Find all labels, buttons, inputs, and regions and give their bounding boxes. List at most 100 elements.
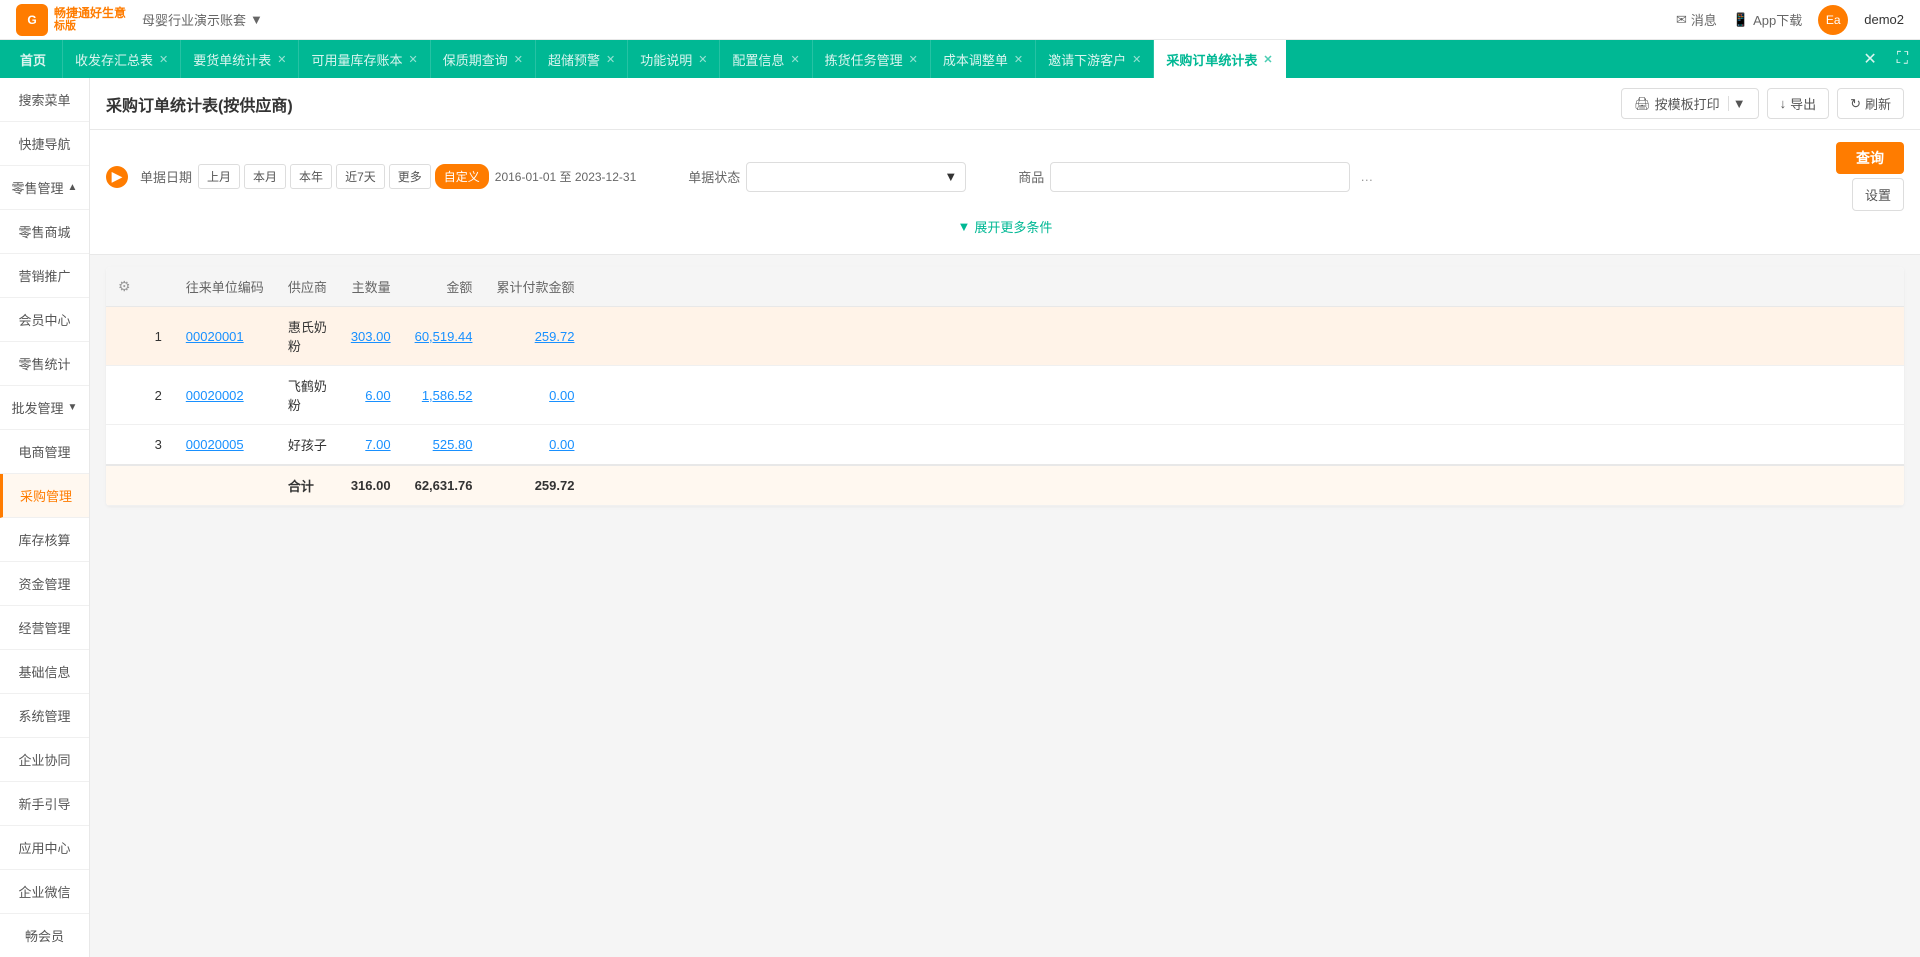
sidebar-item-vip[interactable]: 畅会员 [0, 914, 89, 957]
close-usable-inventory[interactable]: ✕ [409, 53, 418, 66]
tab-cost-adjust[interactable]: 成本调整单 ✕ [931, 40, 1036, 78]
message-btn[interactable]: ✉ 消息 [1676, 10, 1717, 29]
nav-right-btns: ✕ ⛶ [1855, 40, 1916, 78]
refresh-btn[interactable]: ↻ 刷新 [1837, 88, 1904, 119]
page-header-actions: 🖨 按模板打印 ▼ ↓ 导出 ↻ 刷新 [1621, 88, 1904, 129]
print-dropdown-icon[interactable]: ▼ [1728, 96, 1746, 111]
sidebar-item-system[interactable]: 系统管理 [0, 694, 89, 738]
sidebar-item-retail-stats[interactable]: 零售统计 [0, 342, 89, 386]
tab-goods-stats[interactable]: 要货单统计表 ✕ [181, 40, 299, 78]
td-amount-1[interactable]: 60,519.44 [403, 307, 485, 366]
workspace-selector[interactable]: 母婴行业演示账套 ▼ [134, 6, 271, 33]
sidebar-item-ecommerce[interactable]: 电商管理 [0, 430, 89, 474]
expand-more-icon: ▼ [958, 219, 971, 234]
top-bar: G 畅捷通好生意 标版 母婴行业演示账套 ▼ ✉ 消息 📱 App下载 Ea d… [0, 0, 1920, 40]
sidebar-item-wholesale[interactable]: 批发管理 ▼ [0, 386, 89, 430]
close-purchase-stats[interactable]: ✕ [1263, 53, 1272, 66]
sidebar-item-enterprise-wechat[interactable]: 企业微信 [0, 870, 89, 914]
filter-area: ▶ 单据日期 上月 本月 本年 近7天 更多 自定义 2016-01-01 至 [90, 130, 1920, 255]
export-btn[interactable]: ↓ 导出 [1767, 88, 1830, 119]
td-supplier-2: 飞鹤奶粉 [276, 366, 339, 425]
page-header: 采购订单统计表(按供应商) 🖨 按模板打印 ▼ ↓ 导出 ↻ 刷新 [90, 78, 1920, 130]
td-paid-3[interactable]: 0.00 [484, 425, 586, 466]
tab-config-info[interactable]: 配置信息 ✕ [720, 40, 812, 78]
top-bar-right: ✉ 消息 📱 App下载 Ea demo2 [1676, 5, 1904, 35]
close-pick-task[interactable]: ✕ [909, 53, 918, 66]
td-footer-amount: 62,631.76 [403, 465, 485, 506]
tab-purchase-stats[interactable]: 采购订单统计表 ✕ [1154, 40, 1285, 78]
status-select-arrow-icon: ▼ [944, 169, 957, 184]
date-btn-custom[interactable]: 自定义 [435, 164, 489, 189]
tab-invite-downstream[interactable]: 邀请下游客户 ✕ [1036, 40, 1154, 78]
sidebar-item-purchase[interactable]: 采购管理 [0, 474, 89, 518]
close-config-info[interactable]: ✕ [790, 53, 799, 66]
tab-pick-task[interactable]: 拣货任务管理 ✕ [813, 40, 931, 78]
filter-date: 单据日期 上月 本月 本年 近7天 更多 自定义 2016-01-01 至 20… [140, 164, 636, 189]
expand-filter-btn[interactable]: ▶ [106, 166, 128, 188]
tab-function-desc-label: 功能说明 [640, 50, 692, 69]
tab-usable-inventory[interactable]: 可用量库存账本 ✕ [299, 40, 430, 78]
close-goods-stats[interactable]: ✕ [277, 53, 286, 66]
app-download-btn[interactable]: 📱 App下载 [1733, 10, 1802, 29]
close-overstock-alert[interactable]: ✕ [606, 53, 615, 66]
avatar[interactable]: Ea [1818, 5, 1848, 35]
sidebar-item-basic[interactable]: 基础信息 [0, 650, 89, 694]
date-btn-last-month[interactable]: 上月 [198, 164, 240, 189]
sidebar-item-retail[interactable]: 零售管理 ▲ [0, 166, 89, 210]
td-supplier-3: 好孩子 [276, 425, 339, 466]
sidebar-item-shortcut[interactable]: 快捷导航 [0, 122, 89, 166]
td-paid-2[interactable]: 0.00 [484, 366, 586, 425]
date-btn-this-year[interactable]: 本年 [290, 164, 332, 189]
td-quantity-2[interactable]: 6.00 [339, 366, 403, 425]
sidebar-item-search[interactable]: 搜索菜单 [0, 78, 89, 122]
sidebar-item-operations[interactable]: 经营管理 [0, 606, 89, 650]
td-unit-code-2[interactable]: 00020002 [174, 366, 276, 425]
close-function-desc[interactable]: ✕ [698, 53, 707, 66]
td-amount-3[interactable]: 525.80 [403, 425, 485, 466]
td-unit-code-1[interactable]: 00020001 [174, 307, 276, 366]
td-amount-2[interactable]: 1,586.52 [403, 366, 485, 425]
filter-expand-row[interactable]: ▼ 展开更多条件 [106, 211, 1904, 242]
date-btn-more[interactable]: 更多 [389, 164, 431, 189]
goods-input[interactable] [1050, 162, 1350, 192]
td-quantity-1[interactable]: 303.00 [339, 307, 403, 366]
table-header-row: ⚙ 往来单位编码 供应商 主数量 金额 累计付款金额 [106, 267, 1904, 307]
sidebar-item-marketing[interactable]: 营销推广 [0, 254, 89, 298]
goods-more-icon[interactable]: … [1360, 169, 1373, 184]
status-select[interactable]: ▼ [746, 162, 966, 192]
sidebar-item-finance[interactable]: 资金管理 [0, 562, 89, 606]
date-btn-7days[interactable]: 近7天 [336, 164, 385, 189]
gear-icon[interactable]: ⚙ [118, 278, 131, 294]
sidebar-item-member[interactable]: 会员中心 [0, 298, 89, 342]
close-receive-summary[interactable]: ✕ [159, 53, 168, 66]
layout: 搜索菜单 快捷导航 零售管理 ▲ 零售商城 营销推广 会员中心 零售统计 批发管… [0, 78, 1920, 957]
tab-shelf-life[interactable]: 保质期查询 ✕ [431, 40, 536, 78]
search-btn[interactable]: 查询 [1836, 142, 1904, 174]
tab-function-desc[interactable]: 功能说明 ✕ [628, 40, 720, 78]
sidebar-item-enterprise[interactable]: 企业协同 [0, 738, 89, 782]
date-btn-this-month[interactable]: 本月 [244, 164, 286, 189]
sidebar-item-newbie[interactable]: 新手引导 [0, 782, 89, 826]
tab-usable-inventory-label: 可用量库存账本 [311, 50, 402, 69]
close-cost-adjust[interactable]: ✕ [1014, 53, 1023, 66]
close-shelf-life[interactable]: ✕ [514, 53, 523, 66]
th-amount: 金额 [403, 267, 485, 307]
settings-btn[interactable]: 设置 [1852, 178, 1904, 211]
sidebar-item-retail-store[interactable]: 零售商城 [0, 210, 89, 254]
date-label: 单据日期 [140, 167, 192, 186]
expand-more-label: 展开更多条件 [974, 217, 1052, 236]
tab-home[interactable]: 首页 [4, 40, 63, 78]
close-invite-downstream[interactable]: ✕ [1132, 53, 1141, 66]
maximize-btn[interactable]: ⛶ [1889, 46, 1916, 72]
sidebar-item-inventory[interactable]: 库存核算 [0, 518, 89, 562]
tab-receive-summary[interactable]: 收发存汇总表 ✕ [63, 40, 181, 78]
td-paid-1[interactable]: 259.72 [484, 307, 586, 366]
sidebar-item-app-center[interactable]: 应用中心 [0, 826, 89, 870]
print-btn[interactable]: 🖨 按模板打印 ▼ [1621, 88, 1758, 119]
td-unit-code-3[interactable]: 00020005 [174, 425, 276, 466]
tab-invite-downstream-label: 邀请下游客户 [1048, 50, 1126, 69]
close-all-tabs-btn[interactable]: ✕ [1855, 45, 1884, 73]
td-quantity-3[interactable]: 7.00 [339, 425, 403, 466]
tab-overstock-alert[interactable]: 超储预警 ✕ [536, 40, 628, 78]
filter-goods: 商品 … [1018, 162, 1373, 192]
